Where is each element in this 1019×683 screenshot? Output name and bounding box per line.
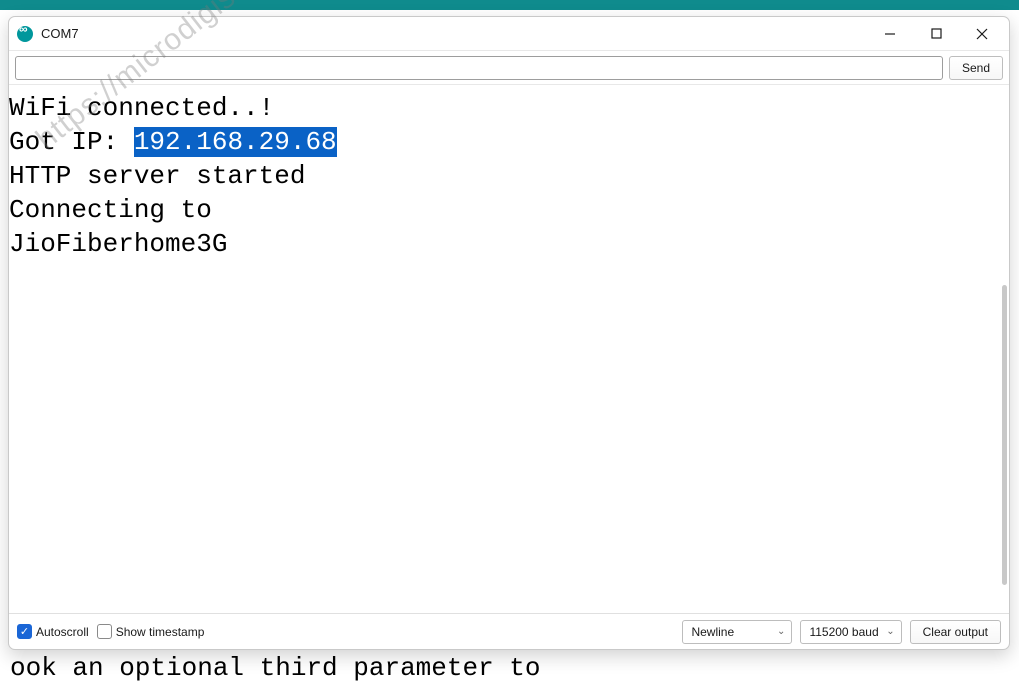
close-button[interactable]: [959, 19, 1005, 49]
console-line-prefix: Got IP:: [9, 127, 134, 157]
line-ending-value: Newline: [691, 625, 734, 639]
autoscroll-checkbox-row[interactable]: ✓ Autoscroll: [17, 624, 89, 639]
serial-output-text: WiFi connected..! Got IP: 192.168.29.68 …: [9, 85, 1009, 261]
window-title: COM7: [41, 26, 79, 41]
timestamp-label: Show timestamp: [116, 625, 205, 639]
arduino-icon: [17, 26, 33, 42]
highlighted-ip: 192.168.29.68: [134, 127, 337, 157]
minimize-button[interactable]: [867, 19, 913, 49]
baud-rate-select[interactable]: 115200 baud ⌄: [800, 620, 901, 644]
send-button[interactable]: Send: [949, 56, 1003, 80]
serial-input[interactable]: [15, 56, 943, 80]
console-line: WiFi connected..!: [9, 93, 274, 123]
chevron-down-icon: ⌄: [777, 626, 785, 637]
maximize-button[interactable]: [913, 19, 959, 49]
teal-top-bar: [0, 0, 1019, 10]
bottom-toolbar: ✓ Autoscroll Show timestamp Newline ⌄ 11…: [9, 613, 1009, 649]
chevron-down-icon: ⌄: [886, 626, 894, 637]
console-line: JioFiberhome3G: [9, 229, 227, 259]
timestamp-checkbox-row[interactable]: Show timestamp: [97, 624, 205, 639]
titlebar: COM7: [9, 17, 1009, 51]
scrollbar-thumb[interactable]: [1002, 285, 1007, 585]
behind-window-text: ook an optional third parameter to: [10, 653, 541, 683]
autoscroll-label: Autoscroll: [36, 625, 89, 639]
serial-monitor-window: COM7 Send WiFi connected..! Got IP: 192.…: [8, 16, 1010, 650]
autoscroll-checkbox[interactable]: ✓: [17, 624, 32, 639]
clear-output-button[interactable]: Clear output: [910, 620, 1001, 644]
timestamp-checkbox[interactable]: [97, 624, 112, 639]
line-ending-select[interactable]: Newline ⌄: [682, 620, 792, 644]
console-line: Connecting to: [9, 195, 212, 225]
baud-rate-value: 115200 baud: [809, 625, 878, 639]
console-line: HTTP server started: [9, 161, 305, 191]
serial-output-area[interactable]: WiFi connected..! Got IP: 192.168.29.68 …: [9, 85, 1009, 613]
send-toolbar: Send: [9, 51, 1009, 85]
